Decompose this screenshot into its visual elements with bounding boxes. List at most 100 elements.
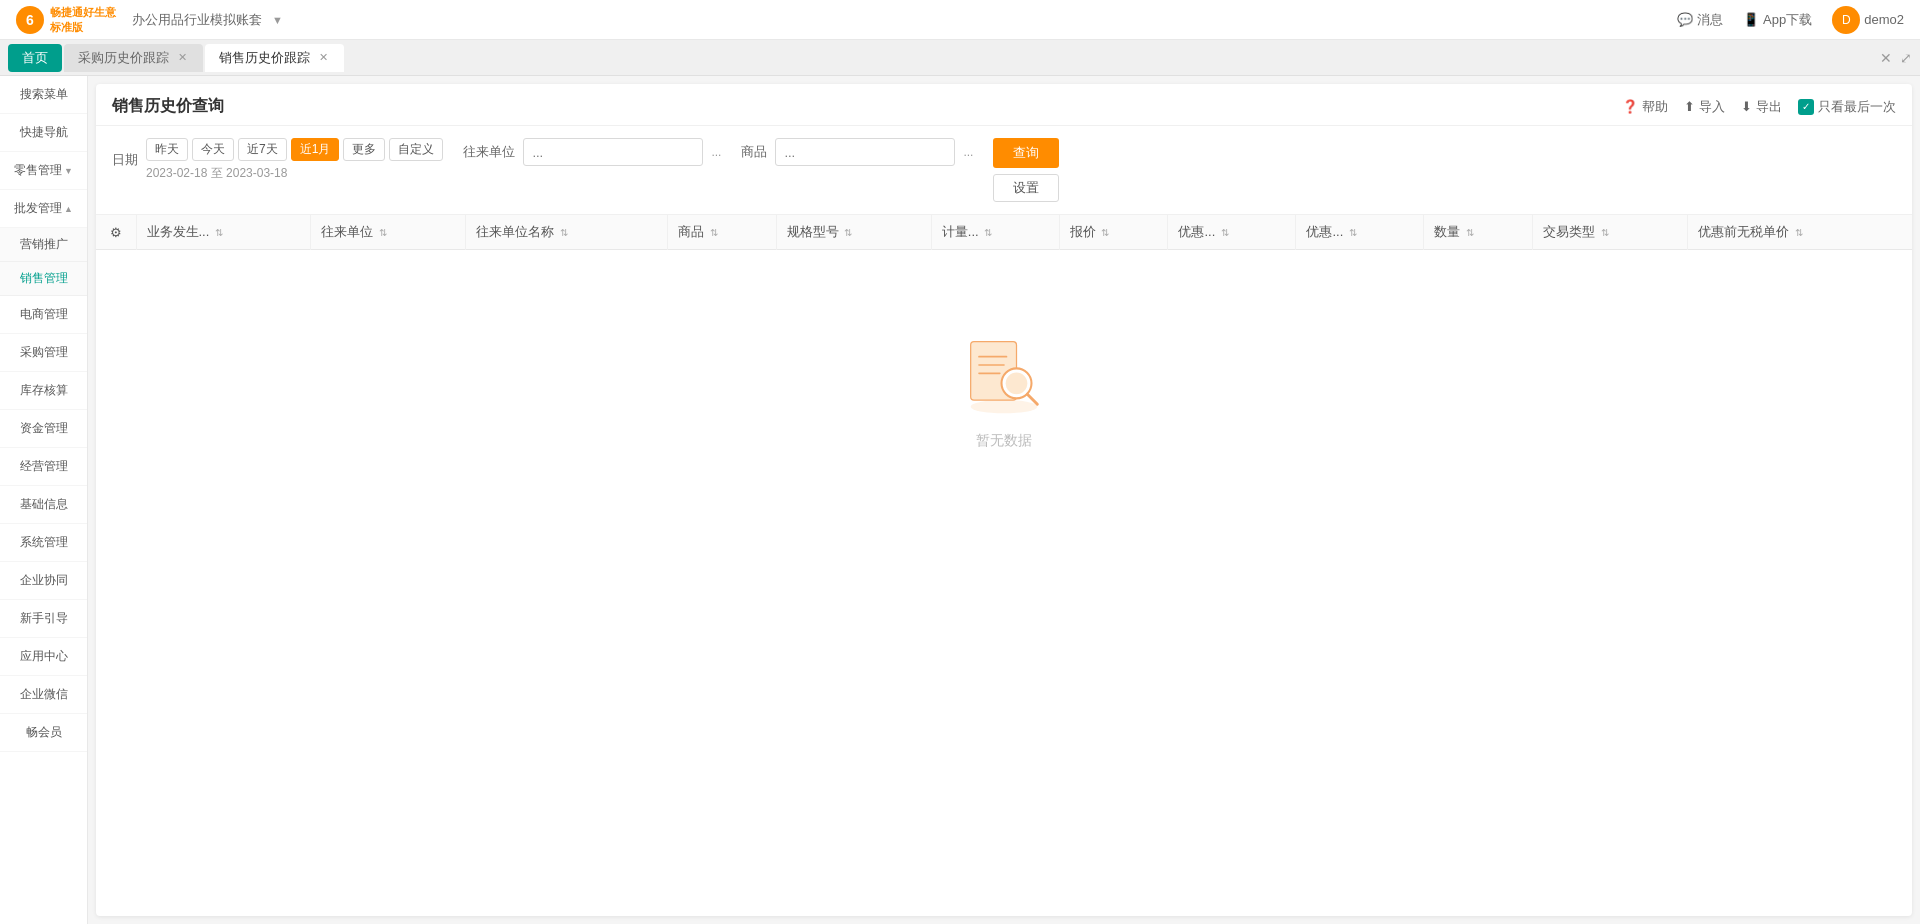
- empty-illustration: [954, 330, 1054, 420]
- sidebar-item-wholesale-mgmt[interactable]: 批发管理 ▲: [0, 190, 87, 228]
- sort-icon-quantity: ⇅: [1466, 227, 1474, 238]
- date-btn-1month[interactable]: 近1月: [291, 138, 340, 161]
- sidebar-item-quick-nav[interactable]: 快捷导航: [0, 114, 87, 152]
- sort-icon-quote: ⇅: [1101, 227, 1109, 238]
- expand-icon[interactable]: ⤢: [1900, 50, 1912, 66]
- th-product[interactable]: 商品 ⇅: [668, 215, 777, 250]
- filter-bar: 日期 昨天 今天 近7天 近1月 更多 自定义 2023-02-18 至 202…: [96, 126, 1912, 215]
- page-container: 销售历史价查询 ❓ 帮助 ⬆ 导入 ⬇ 导出 ✓: [96, 84, 1912, 916]
- sidebar-item-ecommerce-mgmt[interactable]: 电商管理: [0, 296, 87, 334]
- th-partner-name[interactable]: 往来单位名称 ⇅: [466, 215, 668, 250]
- product-filter-label: 商品: [741, 143, 767, 161]
- sidebar-item-retail-mgmt[interactable]: 零售管理 ▼: [0, 152, 87, 190]
- enterprise-collab-label: 企业协同: [20, 572, 68, 589]
- date-range-text: 2023-02-18 至 2023-03-18: [146, 165, 443, 182]
- basic-info-label: 基础信息: [20, 496, 68, 513]
- sidebar: 搜索菜单 快捷导航 零售管理 ▼ 批发管理 ▲ 营销推广 销售管理 电商管理 采…: [0, 76, 88, 924]
- query-button[interactable]: 查询: [993, 138, 1059, 168]
- th-pretax-price[interactable]: 优惠前无税单价 ⇅: [1688, 215, 1912, 250]
- date-btn-last7days[interactable]: 近7天: [238, 138, 287, 161]
- sidebar-item-enterprise-collab[interactable]: 企业协同: [0, 562, 87, 600]
- date-btn-yesterday[interactable]: 昨天: [146, 138, 188, 161]
- app-download-action[interactable]: 📱 App下载: [1743, 11, 1812, 29]
- page-header-actions: ❓ 帮助 ⬆ 导入 ⬇ 导出 ✓ 只看最后一次: [1622, 98, 1896, 116]
- sidebar-item-system-mgmt[interactable]: 系统管理: [0, 524, 87, 562]
- message-action[interactable]: 💬 消息: [1677, 11, 1723, 29]
- finance-mgmt-label: 资金管理: [20, 420, 68, 437]
- app-download-icon: 📱: [1743, 12, 1759, 27]
- product-input[interactable]: [775, 138, 955, 166]
- partner-filter-group: 往来单位 ...: [463, 138, 721, 166]
- sidebar-item-purchase-mgmt[interactable]: 采购管理: [0, 334, 87, 372]
- sidebar-item-basic-info[interactable]: 基础信息: [0, 486, 87, 524]
- sidebar-item-inventory[interactable]: 库存核算: [0, 372, 87, 410]
- th-spec[interactable]: 规格型号 ⇅: [776, 215, 931, 250]
- partner-input[interactable]: [523, 138, 703, 166]
- empty-text: 暂无数据: [976, 432, 1032, 450]
- sidebar-item-finance-mgmt[interactable]: 资金管理: [0, 410, 87, 448]
- th-partner-code[interactable]: 往来单位 ⇅: [311, 215, 466, 250]
- table-wrapper: ⚙ 业务发生... ⇅ 往来单位 ⇅ 往来单位名称 ⇅: [96, 215, 1912, 916]
- th-config[interactable]: ⚙: [96, 215, 136, 250]
- settings-button[interactable]: 设置: [993, 174, 1059, 202]
- logo-text: 畅捷通好生意 标准版: [50, 5, 116, 34]
- export-action[interactable]: ⬇ 导出: [1741, 98, 1782, 116]
- header-dropdown-icon[interactable]: ▼: [272, 14, 283, 26]
- tab-home[interactable]: 首页: [8, 44, 62, 72]
- sidebar-item-member[interactable]: 畅会员: [0, 714, 87, 752]
- sidebar-item-marketing[interactable]: 营销推广: [0, 228, 87, 262]
- sort-icon-pretax-price: ⇅: [1795, 227, 1803, 238]
- sidebar-item-enterprise-wechat[interactable]: 企业微信: [0, 676, 87, 714]
- th-quote[interactable]: 报价 ⇅: [1059, 215, 1168, 250]
- tab-purchase-history[interactable]: 采购历史价跟踪 ✕: [64, 44, 203, 72]
- date-btn-more[interactable]: 更多: [343, 138, 385, 161]
- logo-area[interactable]: 6 畅捷通好生意 标准版: [16, 5, 116, 34]
- tab-sales-history[interactable]: 销售历史价跟踪 ✕: [205, 44, 344, 72]
- date-btn-today[interactable]: 今天: [192, 138, 234, 161]
- date-filter-label: 日期: [112, 151, 138, 169]
- th-unit[interactable]: 计量... ⇅: [931, 215, 1059, 250]
- date-shortcuts: 昨天 今天 近7天 近1月 更多 自定义: [146, 138, 443, 161]
- partner-more-icon[interactable]: ...: [711, 145, 721, 159]
- tab-purchase-history-label: 采购历史价跟踪: [78, 49, 169, 67]
- partner-filter-label: 往来单位: [463, 143, 515, 161]
- tab-purchase-history-close[interactable]: ✕: [175, 51, 189, 65]
- page-header: 销售历史价查询 ❓ 帮助 ⬆ 导入 ⬇ 导出 ✓: [96, 84, 1912, 126]
- sidebar-item-app-center[interactable]: 应用中心: [0, 638, 87, 676]
- marketing-label: 营销推广: [20, 237, 68, 251]
- message-icon: 💬: [1677, 12, 1693, 27]
- sidebar-item-new-user-guide[interactable]: 新手引导: [0, 600, 87, 638]
- quick-nav-label: 快捷导航: [20, 124, 68, 141]
- th-trade-type[interactable]: 交易类型 ⇅: [1533, 215, 1688, 250]
- ecommerce-mgmt-label: 电商管理: [20, 306, 68, 323]
- product-filter-group: 商品 ...: [741, 138, 973, 166]
- tab-sales-history-close[interactable]: ✕: [316, 51, 330, 65]
- only-last-checkbox[interactable]: ✓ 只看最后一次: [1798, 98, 1896, 116]
- purchase-mgmt-label: 采购管理: [20, 344, 68, 361]
- import-action[interactable]: ⬆ 导入: [1684, 98, 1725, 116]
- close-all-icon[interactable]: ✕: [1880, 50, 1892, 66]
- date-btn-custom[interactable]: 自定义: [389, 138, 443, 161]
- export-icon: ⬇: [1741, 99, 1752, 114]
- wholesale-mgmt-label: 批发管理: [14, 200, 62, 217]
- th-discount1[interactable]: 优惠... ⇅: [1168, 215, 1296, 250]
- th-quantity[interactable]: 数量 ⇅: [1424, 215, 1533, 250]
- avatar: D: [1832, 6, 1860, 34]
- page-title: 销售历史价查询: [112, 96, 224, 117]
- sidebar-item-search-menu[interactable]: 搜索菜单: [0, 76, 87, 114]
- tab-bar: 首页 采购历史价跟踪 ✕ 销售历史价跟踪 ✕ ✕ ⤢: [0, 40, 1920, 76]
- date-filter-group: 日期 昨天 今天 近7天 近1月 更多 自定义 2023-02-18 至 202…: [112, 138, 443, 182]
- sidebar-item-ops-mgmt[interactable]: 经营管理: [0, 448, 87, 486]
- user-avatar-action[interactable]: D demo2: [1832, 6, 1904, 34]
- th-discount2[interactable]: 优惠... ⇅: [1296, 215, 1424, 250]
- inventory-label: 库存核算: [20, 382, 68, 399]
- sort-icon-partner-code: ⇅: [379, 227, 387, 238]
- config-icon[interactable]: ⚙: [110, 225, 122, 240]
- sidebar-item-sales-mgmt[interactable]: 销售管理: [0, 262, 87, 296]
- help-icon: ❓: [1622, 99, 1638, 114]
- svg-point-0: [971, 400, 1038, 413]
- th-biz-date[interactable]: 业务发生... ⇅: [136, 215, 311, 250]
- product-more-icon[interactable]: ...: [963, 145, 973, 159]
- help-action[interactable]: ❓ 帮助: [1622, 98, 1668, 116]
- content-area: 销售历史价查询 ❓ 帮助 ⬆ 导入 ⬇ 导出 ✓: [88, 76, 1920, 924]
